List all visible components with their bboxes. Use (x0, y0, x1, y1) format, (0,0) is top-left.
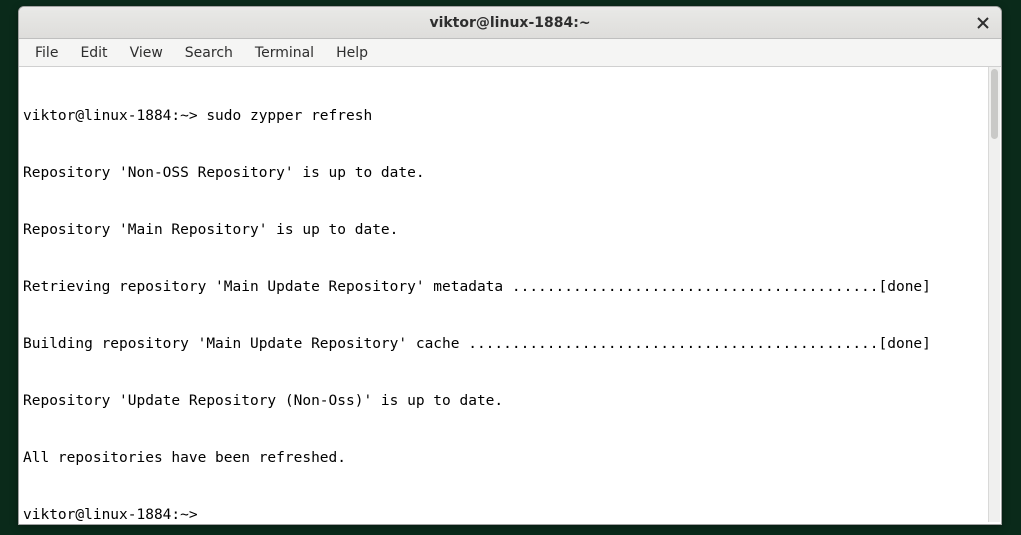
terminal-line: viktor@linux-1884:~> sudo zypper refresh (23, 107, 997, 126)
titlebar: viktor@linux-1884:~ (19, 7, 1001, 39)
terminal-line: Repository 'Main Repository' is up to da… (23, 221, 997, 240)
menubar: File Edit View Search Terminal Help (19, 39, 1001, 67)
terminal-line: All repositories have been refreshed. (23, 449, 997, 468)
terminal-line: viktor@linux-1884:~> (23, 506, 997, 524)
close-icon (977, 17, 989, 29)
terminal-line: Building repository 'Main Update Reposit… (23, 335, 997, 354)
scrollbar-thumb[interactable] (991, 69, 998, 139)
terminal-output[interactable]: viktor@linux-1884:~> sudo zypper refresh… (19, 67, 1001, 524)
menu-help[interactable]: Help (326, 42, 378, 64)
menu-view[interactable]: View (120, 42, 173, 64)
terminal-window: viktor@linux-1884:~ File Edit View Searc… (18, 6, 1002, 525)
close-button[interactable] (973, 13, 993, 33)
menu-edit[interactable]: Edit (70, 42, 117, 64)
terminal-line: Repository 'Non-OSS Repository' is up to… (23, 164, 997, 183)
window-title: viktor@linux-1884:~ (429, 15, 590, 31)
terminal-line: Repository 'Update Repository (Non-Oss)'… (23, 392, 997, 411)
menu-terminal[interactable]: Terminal (245, 42, 324, 64)
menu-file[interactable]: File (25, 42, 68, 64)
scrollbar[interactable] (988, 67, 1000, 522)
terminal-line: Retrieving repository 'Main Update Repos… (23, 278, 997, 297)
menu-search[interactable]: Search (175, 42, 243, 64)
